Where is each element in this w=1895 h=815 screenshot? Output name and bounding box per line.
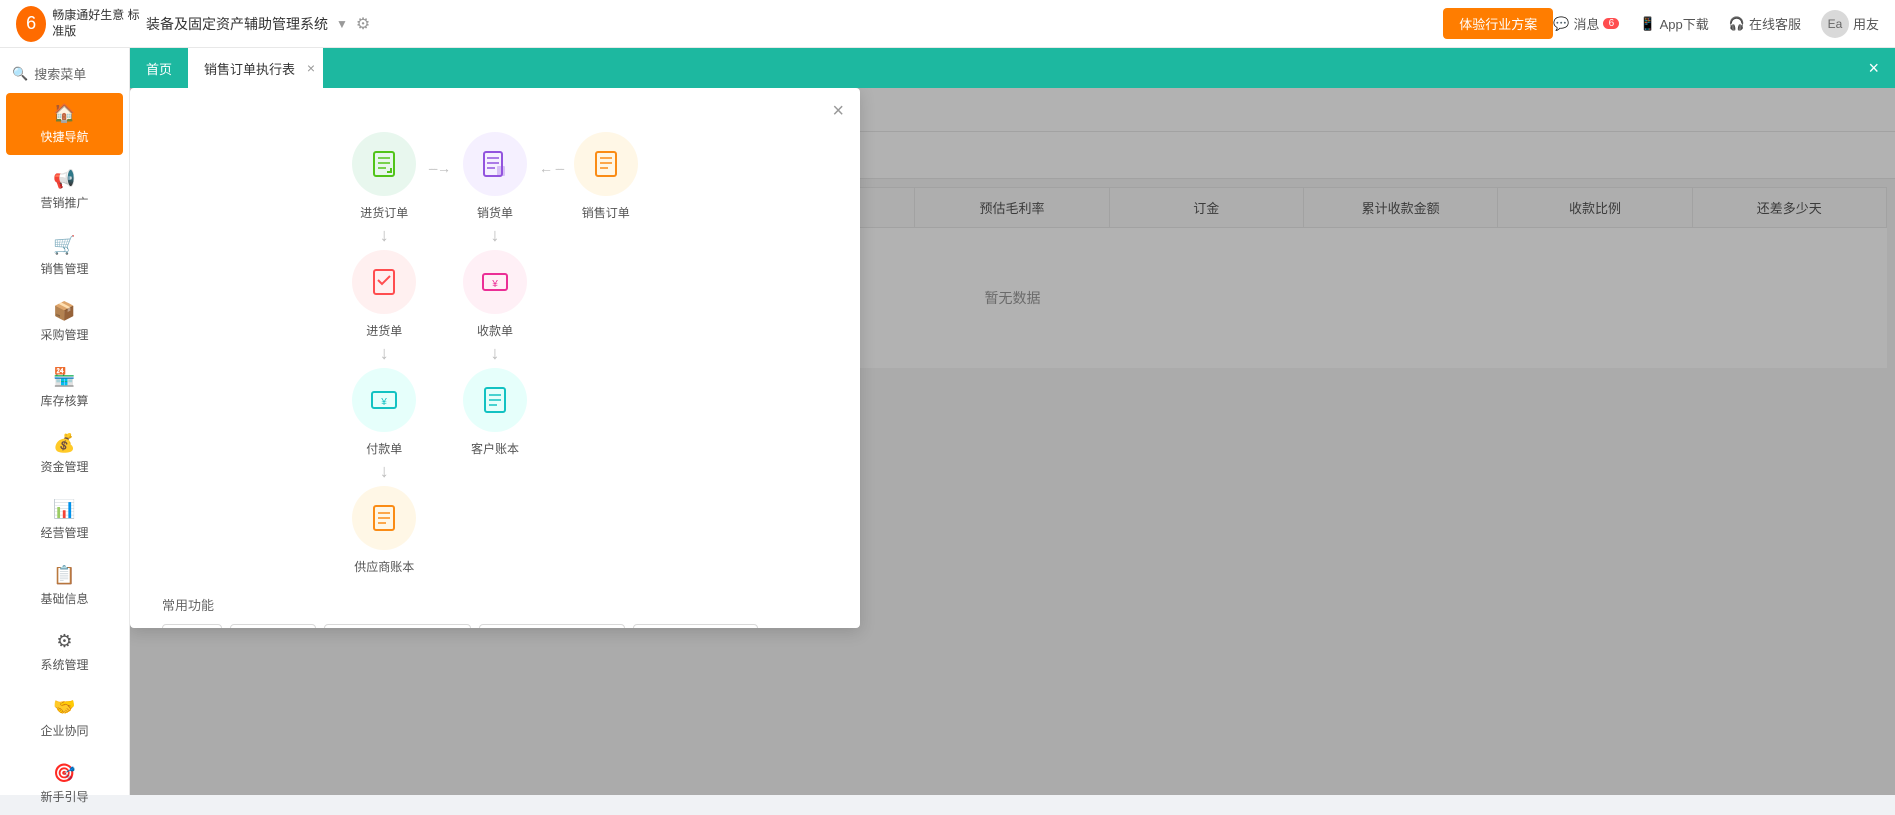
func-btn-stock-status[interactable]: 现存量(库存状况表)	[324, 624, 471, 628]
payment-in-circle: ¥	[463, 250, 527, 314]
payment-out-circle: ¥	[352, 368, 416, 432]
flow-node-purchase-order[interactable]: 进货订单	[352, 132, 416, 221]
func-btn-stock-dist[interactable]: 现存量(库存分布表)	[479, 624, 626, 628]
arrow-down-1: ↓	[380, 221, 389, 250]
flow-node-supplier-account[interactable]: 供应商账本	[352, 486, 416, 575]
layout: 🔍 搜索菜单 🏠 快捷导航 📢 营销推广 🛒 销售管理 📦 采购管理 🏪 库存核…	[0, 48, 1895, 795]
logo-icon: 6	[16, 6, 46, 42]
sidebar-item-sales[interactable]: 🛒 销售管理	[6, 225, 123, 287]
logo-text: 畅康通好生意 标准版	[52, 8, 146, 39]
logo: 6 畅康通好生意 标准版	[16, 6, 146, 42]
message-btn[interactable]: 💬 消息 6	[1553, 14, 1619, 33]
sidebar-item-collab[interactable]: 🤝 企业协同	[6, 687, 123, 749]
app-icon: 📱	[1639, 16, 1655, 32]
system-settings-icon[interactable]: ⚙	[356, 14, 370, 34]
popup-close-btn[interactable]: ×	[832, 100, 844, 123]
sales-order-node-label: 销售订单	[582, 204, 630, 221]
main: 首页 销售订单执行表 × × ❓ 帮助 🖨 按模板打印 ▼	[130, 48, 1895, 795]
arrow-down-2: ↓	[380, 339, 389, 368]
purchase-slip-circle	[352, 250, 416, 314]
flow-node-customer-account[interactable]: 客户账本	[463, 368, 527, 457]
sales-order-circle	[574, 132, 638, 196]
func-btn-sales-margin[interactable]: 销售毛利分析表	[633, 624, 758, 628]
flow-node-sales-order[interactable]: 销售订单	[574, 132, 638, 221]
avatar: Ea	[1821, 10, 1849, 38]
arrow-down-5: ↓	[491, 339, 500, 368]
sidebar-item-marketing[interactable]: 📢 营销推广	[6, 159, 123, 221]
arrow-down-3: ↓	[380, 457, 389, 486]
svg-text:¥: ¥	[380, 397, 387, 408]
message-icon: 💬	[1553, 16, 1569, 32]
sidebar-item-basic[interactable]: 📋 基础信息	[6, 555, 123, 617]
home-icon: 🏠	[53, 103, 75, 124]
tab-bar-close[interactable]: ×	[1852, 48, 1895, 88]
tab-close-btn[interactable]: ×	[307, 60, 315, 76]
popup-box: × 进货订单 ↓	[130, 88, 860, 628]
payment-in-label: 收款单	[477, 322, 513, 339]
common-title: 常用功能	[162, 595, 828, 614]
sidebar-item-quick-nav[interactable]: 🏠 快捷导航	[6, 93, 123, 155]
purchase-order-label: 进货订单	[360, 204, 408, 221]
tab-home[interactable]: 首页	[130, 48, 188, 88]
popup-overlay: × 进货订单 ↓	[130, 88, 1895, 795]
flow-node-sales-slip[interactable]: 销货单	[463, 132, 527, 221]
guide-icon: 🎯	[53, 763, 75, 784]
sales-icon: 🛒	[53, 235, 75, 256]
sidebar-item-finance[interactable]: 💰 资金管理	[6, 423, 123, 485]
finance-icon: 💰	[53, 433, 75, 454]
flow-node-purchase-slip[interactable]: 进货单	[352, 250, 416, 339]
sidebar-item-inventory[interactable]: 🏪 库存核算	[6, 357, 123, 419]
inventory-icon: 🏪	[53, 367, 75, 388]
sidebar-item-system[interactable]: ⚙ 系统管理	[6, 621, 123, 683]
sidebar: 🔍 搜索菜单 🏠 快捷导航 📢 营销推广 🛒 销售管理 📦 采购管理 🏪 库存核…	[0, 48, 130, 795]
purchase-slip-label: 进货单	[366, 322, 402, 339]
purchase-icon: 📦	[53, 301, 75, 322]
purchase-order-circle	[352, 132, 416, 196]
sidebar-item-operations[interactable]: 📊 经营管理	[6, 489, 123, 551]
search-menu[interactable]: 🔍 搜索菜单	[0, 56, 129, 91]
func-btn-partner[interactable]: 往来单位	[230, 624, 316, 628]
system-dropdown-icon[interactable]: ▼	[336, 17, 348, 31]
search-icon: 🔍	[12, 66, 28, 82]
sales-slip-label: 销货单	[477, 204, 513, 221]
service-icon: 🎧	[1729, 16, 1745, 32]
tab-sales-order[interactable]: 销售订单执行表 ×	[188, 48, 323, 88]
sidebar-item-guide[interactable]: 🎯 新手引导	[6, 753, 123, 815]
customer-account-circle	[463, 368, 527, 432]
supplier-account-circle	[352, 486, 416, 550]
tab-bar: 首页 销售订单执行表 × ×	[130, 48, 1895, 88]
system-name: 装备及固定资产辅助管理系统 ▼ ⚙	[146, 14, 1443, 34]
supplier-account-label: 供应商账本	[354, 558, 414, 575]
func-btn-product[interactable]: 商品	[162, 624, 222, 628]
customer-account-label: 客户账本	[471, 440, 519, 457]
flow-node-payment-out[interactable]: ¥ 付款单	[352, 368, 416, 457]
arrow-down-4: ↓	[491, 221, 500, 250]
service-btn[interactable]: 🎧 在线客服	[1729, 14, 1801, 33]
experience-btn[interactable]: 体验行业方案	[1443, 8, 1553, 39]
user-menu[interactable]: Ea 用友	[1821, 10, 1879, 38]
svg-text:¥: ¥	[491, 279, 498, 290]
sidebar-item-purchase[interactable]: 📦 采购管理	[6, 291, 123, 353]
header-right: 💬 消息 6 📱 App下载 🎧 在线客服 Ea 用友	[1553, 10, 1879, 38]
message-badge: 6	[1603, 18, 1619, 29]
common-functions: 常用功能 商品 往来单位 现存量(库存状况表) 现存量(库存分布表) 销售毛利分…	[154, 595, 836, 628]
payment-out-label: 付款单	[366, 440, 402, 457]
header: 6 畅康通好生意 标准版 装备及固定资产辅助管理系统 ▼ ⚙ 体验行业方案 💬 …	[0, 0, 1895, 48]
marketing-icon: 📢	[53, 169, 75, 190]
basic-icon: 📋	[53, 565, 75, 586]
collab-icon: 🤝	[53, 697, 75, 718]
sales-slip-circle	[463, 132, 527, 196]
system-icon: ⚙	[56, 631, 72, 652]
app-download-btn[interactable]: 📱 App下载	[1639, 14, 1708, 33]
operations-icon: 📊	[53, 499, 75, 520]
content-area: ❓ 帮助 🖨 按模板打印 ▼ ↗ 导出 🔄 刷新	[130, 88, 1895, 795]
func-buttons: 商品 往来单位 现存量(库存状况表) 现存量(库存分布表) 销售毛利分析表 商品…	[162, 624, 828, 628]
flow-node-payment-in[interactable]: ¥ 收款单	[463, 250, 527, 339]
